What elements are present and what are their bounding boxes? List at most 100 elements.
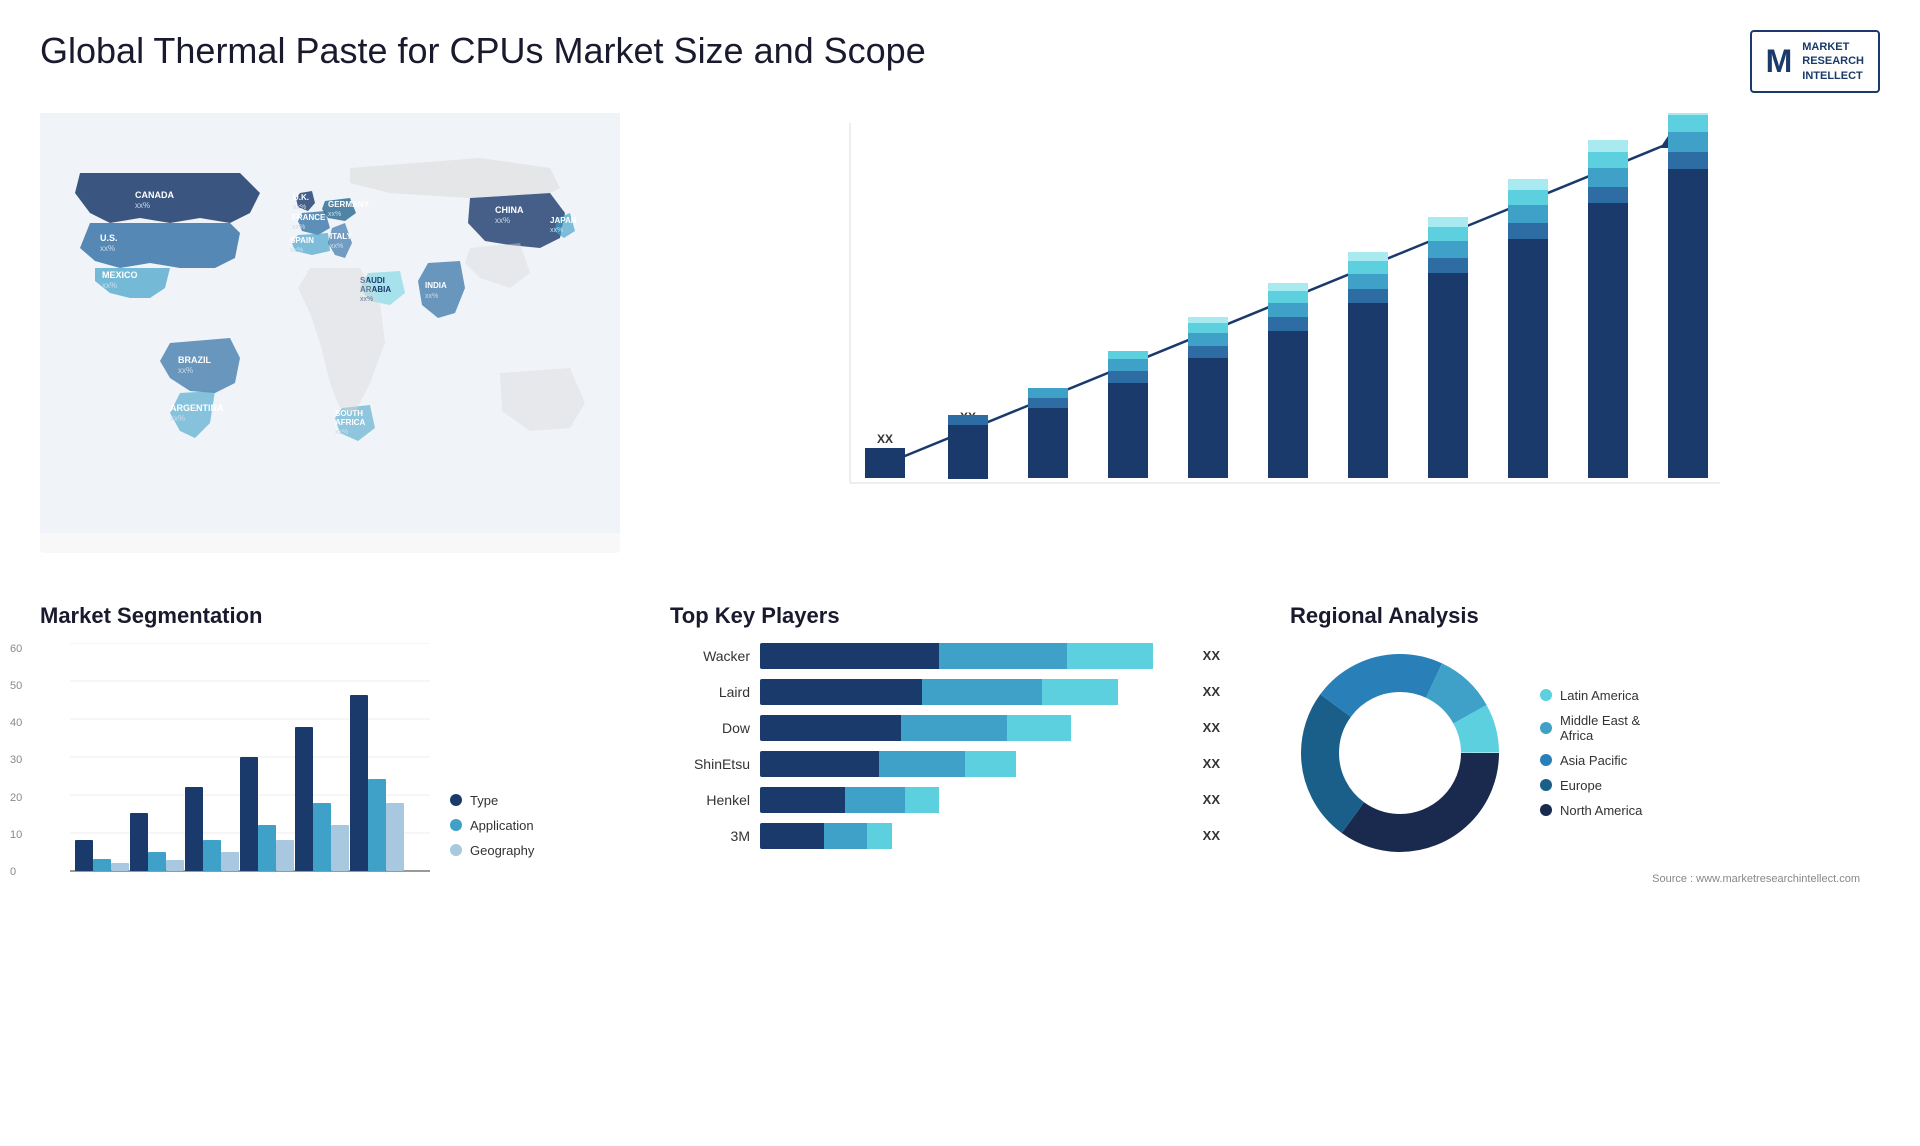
player-bar-3m <box>760 823 1187 849</box>
legend-mea: Middle East &Africa <box>1540 713 1642 743</box>
seg-y-axis: 60 50 40 30 20 10 0 <box>10 643 22 878</box>
application-dot <box>450 819 462 831</box>
ap-label: Asia Pacific <box>1560 753 1627 768</box>
seg-legend: Type Application Geography <box>450 793 534 878</box>
player-value-shinetsu: XX <box>1203 756 1220 771</box>
logo-letter: M <box>1766 43 1793 80</box>
europe-label: Europe <box>1560 778 1602 793</box>
bar-2029: 2029 XX <box>1508 179 1548 478</box>
world-map: CANADA xx% U.S. xx% MEXICO xx% BRAZIL xx… <box>40 113 620 553</box>
svg-text:xx%: xx% <box>293 204 306 211</box>
application-label: Application <box>470 818 534 833</box>
svg-text:xx%: xx% <box>330 243 343 250</box>
seg-chart-svg: 2021 2022 2023 <box>70 643 430 873</box>
bar-2027: 2027 XX <box>1348 252 1388 478</box>
bar-2026: 2026 XX <box>1268 283 1308 478</box>
player-bar-laird <box>760 679 1187 705</box>
bottom-grid: Market Segmentation 60 50 40 30 20 10 0 <box>40 603 1880 885</box>
svg-text:AFRICA: AFRICA <box>335 418 365 427</box>
svg-text:xx%: xx% <box>335 429 348 436</box>
svg-text:xx%: xx% <box>100 244 115 253</box>
svg-text:FRANCE: FRANCE <box>292 213 326 222</box>
source-text: Source : www.marketresearchintellect.com <box>1290 873 1860 885</box>
player-laird: Laird XX <box>670 679 1220 705</box>
svg-text:ARGENTINA: ARGENTINA <box>170 403 224 413</box>
logo-text: MARKET RESEARCH INTELLECT <box>1802 40 1864 83</box>
content-grid: CANADA xx% U.S. xx% MEXICO xx% BRAZIL xx… <box>40 113 1880 885</box>
player-name-henkel: Henkel <box>670 792 750 808</box>
page-title: Global Thermal Paste for CPUs Market Siz… <box>40 30 926 72</box>
player-value-dow: XX <box>1203 720 1220 735</box>
legend-north-america: North America <box>1540 803 1642 818</box>
mea-label: Middle East &Africa <box>1560 713 1640 743</box>
bar-2024: 2024 XX <box>1108 351 1148 478</box>
player-name-dow: Dow <box>670 720 750 736</box>
player-shinetsu: ShinEtsu XX <box>670 751 1220 777</box>
na-dot <box>1540 804 1552 816</box>
svg-text:xx%: xx% <box>550 227 563 234</box>
legend-application: Application <box>450 818 534 833</box>
svg-text:XX: XX <box>877 432 893 446</box>
europe-dot <box>1540 779 1552 791</box>
la-dot <box>1540 689 1552 701</box>
player-henkel: Henkel XX <box>670 787 1220 813</box>
type-label: Type <box>470 793 498 808</box>
svg-text:xx%: xx% <box>178 366 193 375</box>
player-value-wacker: XX <box>1203 648 1220 663</box>
player-name-laird: Laird <box>670 684 750 700</box>
legend-geography: Geography <box>450 843 534 858</box>
svg-text:INDIA: INDIA <box>425 281 447 290</box>
regional-section: Regional Analysis <box>1270 603 1880 885</box>
svg-text:ITALY: ITALY <box>330 232 352 241</box>
donut-area: Latin America Middle East &Africa Asia P… <box>1290 643 1860 863</box>
legend-europe: Europe <box>1540 778 1642 793</box>
na-label: North America <box>1560 803 1642 818</box>
canada-label: CANADA <box>135 190 174 200</box>
player-name-wacker: Wacker <box>670 648 750 664</box>
bar-2030: 2030 XX <box>1588 140 1628 478</box>
players-section: Top Key Players Wacker XX Laird XX <box>640 603 1250 885</box>
page-header: Global Thermal Paste for CPUs Market Siz… <box>40 30 1880 93</box>
logo: M MARKET RESEARCH INTELLECT <box>1750 30 1880 93</box>
svg-text:JAPAN: JAPAN <box>550 216 577 225</box>
player-value-laird: XX <box>1203 684 1220 699</box>
donut-legend: Latin America Middle East &Africa Asia P… <box>1540 688 1642 818</box>
svg-text:GERMANY: GERMANY <box>328 200 370 209</box>
svg-text:xx%: xx% <box>292 224 305 231</box>
svg-text:BRAZIL: BRAZIL <box>178 355 211 365</box>
player-3m: 3M XX <box>670 823 1220 849</box>
type-dot <box>450 794 462 806</box>
map-svg: CANADA xx% U.S. xx% MEXICO xx% BRAZIL xx… <box>40 113 620 533</box>
player-bar-henkel <box>760 787 1187 813</box>
svg-text:U.K.: U.K. <box>293 193 309 202</box>
bar-2021: 2021 XX <box>865 432 905 478</box>
player-value-henkel: XX <box>1203 792 1220 807</box>
svg-text:xx%: xx% <box>425 293 438 300</box>
svg-text:xx%: xx% <box>135 201 150 210</box>
svg-text:MEXICO: MEXICO <box>102 270 138 280</box>
donut-chart-svg <box>1290 643 1510 863</box>
players-title: Top Key Players <box>670 603 1220 629</box>
svg-text:xx%: xx% <box>170 414 185 423</box>
bar-2022: 2022 XX <box>948 410 988 479</box>
svg-text:xx%: xx% <box>328 211 341 218</box>
legend-type: Type <box>450 793 534 808</box>
player-name-3m: 3M <box>670 828 750 844</box>
bar-chart-wrapper: 2021 XX 2022 XX 2023 XX <box>660 113 1880 553</box>
geography-label: Geography <box>470 843 534 858</box>
player-bar-wacker <box>760 643 1187 669</box>
map-section: CANADA xx% U.S. xx% MEXICO xx% BRAZIL xx… <box>40 113 620 573</box>
player-bar-shinetsu <box>760 751 1187 777</box>
bar-2023: 2023 XX <box>1028 388 1068 478</box>
legend-latin-america: Latin America <box>1540 688 1642 703</box>
svg-text:SPAIN: SPAIN <box>290 236 314 245</box>
player-wacker: Wacker XX <box>670 643 1220 669</box>
legend-asia-pacific: Asia Pacific <box>1540 753 1642 768</box>
donut-hole <box>1345 698 1455 808</box>
bar-2028: 2028 XX <box>1428 217 1468 478</box>
bar-chart-section: 2021 XX 2022 XX 2023 XX <box>640 113 1880 573</box>
player-dow: Dow XX <box>670 715 1220 741</box>
svg-text:U.S.: U.S. <box>100 233 118 243</box>
seg-bars-wrapper: 60 50 40 30 20 10 0 <box>40 643 430 878</box>
svg-text:xx%: xx% <box>290 247 303 254</box>
